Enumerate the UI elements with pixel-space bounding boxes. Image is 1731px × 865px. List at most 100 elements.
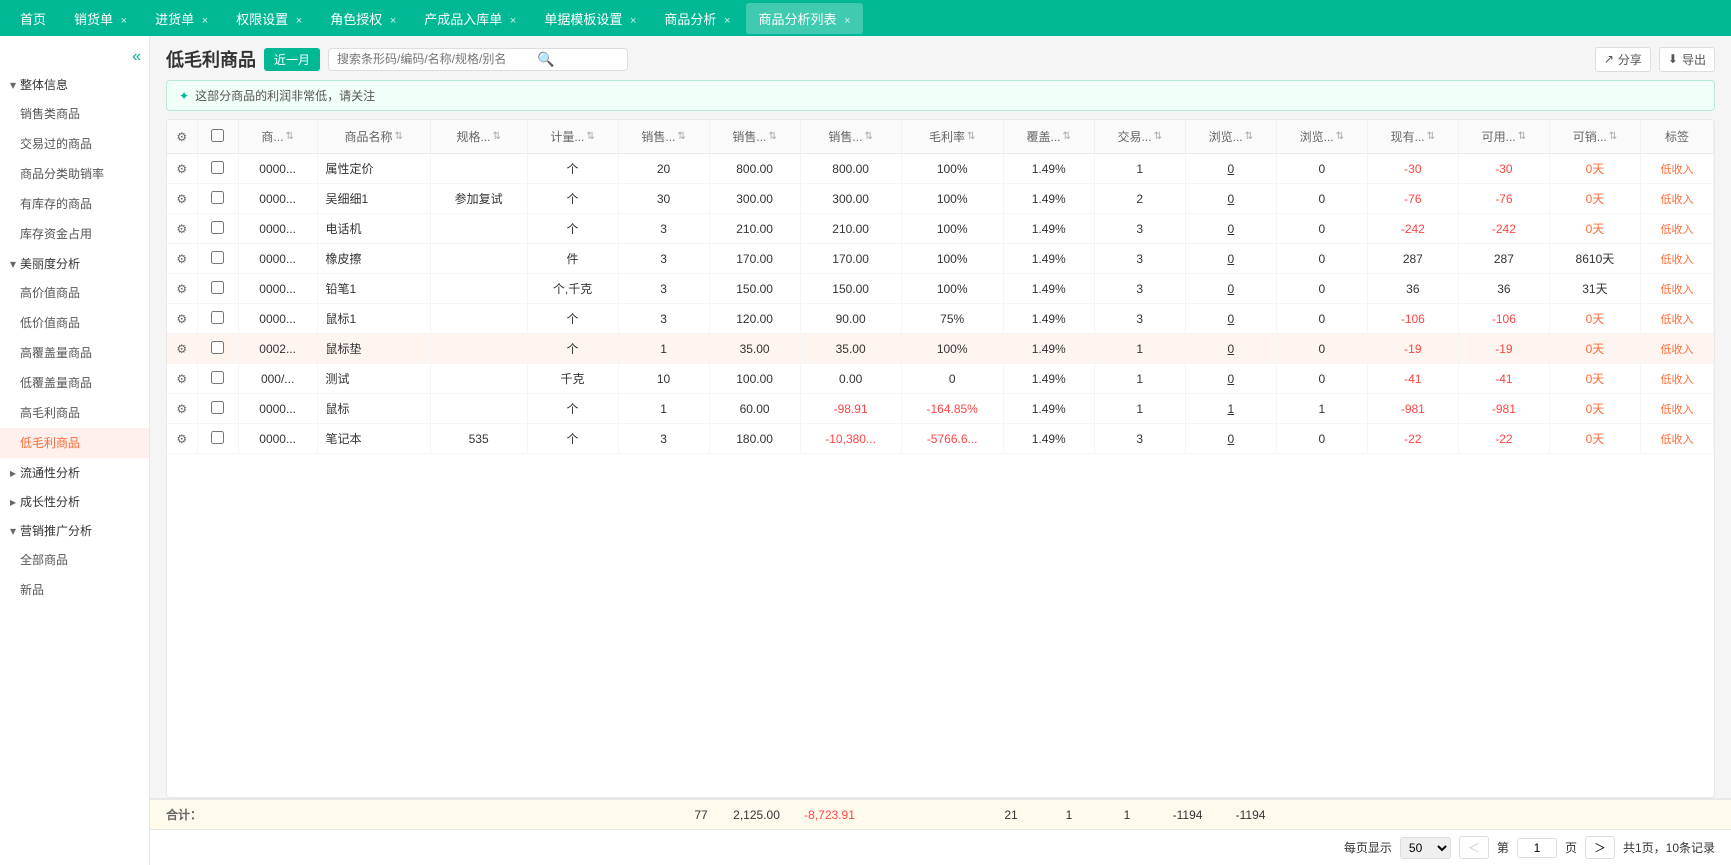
select-all-checkbox[interactable] <box>211 129 224 142</box>
row-view1[interactable]: 0 <box>1185 214 1276 244</box>
row-checkbox[interactable] <box>197 214 238 244</box>
nav-role-auth[interactable]: 角色授权 × <box>318 3 408 34</box>
sidebar-item-all-goods[interactable]: 全部商品 <box>0 545 149 575</box>
sidebar-group-overall[interactable]: ▾ 整体信息 <box>0 70 149 99</box>
col-available-header[interactable]: 可用... ⇅ <box>1458 120 1549 154</box>
row-select-checkbox[interactable] <box>211 311 224 324</box>
sidebar-item-new-goods[interactable]: 新品 <box>0 575 149 605</box>
sidebar-item-category-rate[interactable]: 商品分类助销率 <box>0 159 149 189</box>
col-sales-price-header[interactable]: 销售... ⇅ <box>709 120 800 154</box>
row-settings[interactable]: ⚙ <box>167 274 197 304</box>
sort-sales-qty[interactable]: 销售... ⇅ <box>641 128 685 145</box>
col-checkbox-header[interactable] <box>197 120 238 154</box>
sort-code[interactable]: 商... ⇅ <box>261 128 293 145</box>
next-page-btn[interactable]: ＞ <box>1585 836 1615 859</box>
row-select-checkbox[interactable] <box>211 341 224 354</box>
row-view1[interactable]: 0 <box>1185 274 1276 304</box>
sidebar-item-in-stock[interactable]: 有库存的商品 <box>0 189 149 219</box>
sidebar-item-traded-goods[interactable]: 交易过的商品 <box>0 129 149 159</box>
row-checkbox[interactable] <box>197 274 238 304</box>
col-view1-header[interactable]: 浏览... ⇅ <box>1185 120 1276 154</box>
sidebar-item-low-coverage[interactable]: 低覆盖量商品 <box>0 368 149 398</box>
sidebar-item-low-value[interactable]: 低价值商品 <box>0 308 149 338</box>
sidebar-item-high-coverage[interactable]: 高覆盖量商品 <box>0 338 149 368</box>
nav-permissions-close[interactable]: × <box>296 15 302 27</box>
col-sales-amount-header[interactable]: 销售... ⇅ <box>800 120 901 154</box>
nav-product-analysis[interactable]: 商品分析 × <box>652 3 742 34</box>
nav-sales[interactable]: 销货单 × <box>62 3 139 34</box>
row-view1[interactable]: 0 <box>1185 424 1276 454</box>
row-settings[interactable]: ⚙ <box>167 394 197 424</box>
col-sellable-header[interactable]: 可销... ⇅ <box>1549 120 1640 154</box>
row-settings[interactable]: ⚙ <box>167 244 197 274</box>
row-checkbox[interactable] <box>197 154 238 184</box>
sort-sellable[interactable]: 可销... ⇅ <box>1573 128 1617 145</box>
row-select-checkbox[interactable] <box>211 251 224 264</box>
sidebar-item-capital[interactable]: 库存资金占用 <box>0 219 149 249</box>
sort-view1[interactable]: 浏览... ⇅ <box>1209 128 1253 145</box>
sort-spec[interactable]: 规格... ⇅ <box>456 128 500 145</box>
row-settings[interactable]: ⚙ <box>167 184 197 214</box>
row-checkbox[interactable] <box>197 334 238 364</box>
row-settings[interactable]: ⚙ <box>167 304 197 334</box>
row-settings[interactable]: ⚙ <box>167 154 197 184</box>
sort-unit[interactable]: 计量... ⇅ <box>550 128 594 145</box>
col-cover-rate-header[interactable]: 覆盖... ⇅ <box>1003 120 1094 154</box>
col-unit-header[interactable]: 计量... ⇅ <box>527 120 618 154</box>
row-view1[interactable]: 0 <box>1185 244 1276 274</box>
row-view1[interactable]: 0 <box>1185 334 1276 364</box>
prev-page-btn[interactable]: ＜ <box>1459 836 1489 859</box>
col-trade-header[interactable]: 交易... ⇅ <box>1094 120 1185 154</box>
nav-product-close[interactable]: × <box>510 15 516 27</box>
nav-purchase-close[interactable]: × <box>202 15 208 27</box>
row-view1[interactable]: 0 <box>1185 154 1276 184</box>
search-input[interactable] <box>337 52 537 66</box>
row-checkbox[interactable] <box>197 394 238 424</box>
col-view2-header[interactable]: 浏览... ⇅ <box>1276 120 1367 154</box>
page-number-input[interactable] <box>1517 838 1557 858</box>
sort-name[interactable]: 商品名称 ⇅ <box>344 128 402 145</box>
row-select-checkbox[interactable] <box>211 191 224 204</box>
row-checkbox[interactable] <box>197 304 238 334</box>
nav-analysis-close[interactable]: × <box>724 15 730 27</box>
col-gross-rate-header[interactable]: 毛利率 ⇅ <box>901 120 1003 154</box>
row-select-checkbox[interactable] <box>211 161 224 174</box>
row-settings[interactable]: ⚙ <box>167 334 197 364</box>
sort-gross-rate[interactable]: 毛利率 ⇅ <box>929 128 975 145</box>
row-select-checkbox[interactable] <box>211 281 224 294</box>
sort-trade[interactable]: 交易... ⇅ <box>1118 128 1162 145</box>
row-view1[interactable]: 0 <box>1185 304 1276 334</box>
row-view1[interactable]: 0 <box>1185 184 1276 214</box>
row-settings[interactable]: ⚙ <box>167 214 197 244</box>
nav-product-analysis-list[interactable]: 商品分析列表 × <box>746 3 862 34</box>
sort-cover-rate[interactable]: 覆盖... ⇅ <box>1027 128 1071 145</box>
row-select-checkbox[interactable] <box>211 401 224 414</box>
row-view1[interactable]: 0 <box>1185 364 1276 394</box>
sort-view2[interactable]: 浏览... ⇅ <box>1300 128 1344 145</box>
col-tag-header[interactable]: 标签 <box>1640 120 1713 154</box>
sidebar-group-circulation[interactable]: ▸ 流通性分析 <box>0 458 149 487</box>
sidebar-item-high-gross[interactable]: 高毛利商品 <box>0 398 149 428</box>
filter-month-btn[interactable]: 近一月 <box>264 48 320 71</box>
row-view1[interactable]: 1 <box>1185 394 1276 424</box>
nav-analysis-list-close[interactable]: × <box>844 15 850 27</box>
nav-template-close[interactable]: × <box>630 15 636 27</box>
share-button[interactable]: ↗ 分享 <box>1595 47 1651 72</box>
sort-current-stock[interactable]: 现有... ⇅ <box>1391 128 1435 145</box>
sort-sales-amount[interactable]: 销售... ⇅ <box>828 128 872 145</box>
export-button[interactable]: ⬇ 导出 <box>1659 47 1715 72</box>
col-code-header[interactable]: 商... ⇅ <box>238 120 317 154</box>
row-select-checkbox[interactable] <box>211 431 224 444</box>
row-settings[interactable]: ⚙ <box>167 364 197 394</box>
row-checkbox[interactable] <box>197 364 238 394</box>
nav-template[interactable]: 单据模板设置 × <box>532 3 648 34</box>
row-select-checkbox[interactable] <box>211 221 224 234</box>
nav-product-entry[interactable]: 产成品入库单 × <box>412 3 528 34</box>
row-settings[interactable]: ⚙ <box>167 424 197 454</box>
col-settings[interactable]: ⚙ <box>167 120 197 154</box>
sort-sales-price[interactable]: 销售... ⇅ <box>732 128 776 145</box>
row-checkbox[interactable] <box>197 184 238 214</box>
row-checkbox[interactable] <box>197 244 238 274</box>
sidebar-item-sales-goods[interactable]: 销售类商品 <box>0 99 149 129</box>
col-sales-qty-header[interactable]: 销售... ⇅ <box>618 120 709 154</box>
